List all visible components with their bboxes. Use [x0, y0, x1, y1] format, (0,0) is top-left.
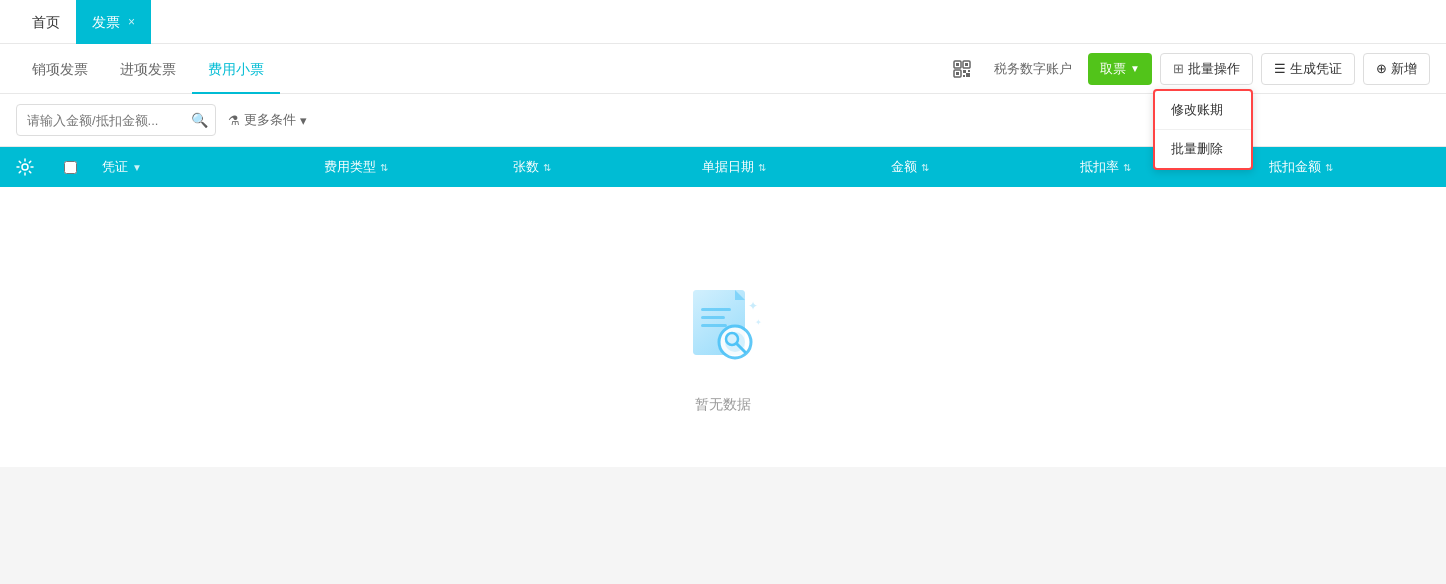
svg-rect-8: [963, 75, 965, 77]
close-tab-icon[interactable]: ×: [128, 0, 135, 44]
th-voucher: 凭证 ▼: [90, 158, 312, 176]
th-expense-type: 费用类型 ⇅: [312, 158, 501, 176]
svg-text:✦: ✦: [748, 299, 758, 313]
search-wrap: 🔍: [16, 104, 216, 136]
empty-state-text: 暂无数据: [695, 396, 751, 414]
take-ticket-label: 取票: [1100, 60, 1126, 78]
filter-icon: ⚗: [228, 113, 240, 128]
search-icon[interactable]: 🔍: [191, 112, 208, 128]
svg-rect-14: [701, 316, 725, 319]
more-conditions-button[interactable]: ⚗ 更多条件 ▾: [228, 111, 307, 129]
tab-expense[interactable]: 费用小票: [192, 44, 280, 94]
batch-op-dropdown: 修改账期 批量删除: [1153, 89, 1253, 170]
svg-point-10: [22, 164, 28, 170]
svg-rect-3: [965, 63, 968, 66]
batch-delete-item[interactable]: 批量删除: [1155, 129, 1251, 168]
invoice-tab-label: 发票: [92, 0, 120, 44]
svg-rect-15: [701, 324, 727, 327]
select-all-checkbox[interactable]: [64, 161, 77, 174]
search-input[interactable]: [16, 104, 216, 136]
svg-rect-13: [701, 308, 731, 311]
take-ticket-button[interactable]: 取票 ▼: [1088, 53, 1152, 85]
th-count: 张数 ⇅: [501, 158, 690, 176]
take-ticket-arrow-icon: ▼: [1130, 63, 1140, 74]
tab-input[interactable]: 进项发票: [104, 44, 192, 94]
count-sort-icon[interactable]: ⇅: [543, 162, 551, 173]
th-date: 单据日期 ⇅: [690, 158, 879, 176]
voucher-filter-icon[interactable]: ▼: [132, 162, 142, 173]
gen-voucher-icon: ☰: [1274, 61, 1286, 76]
batch-op-label: 批量操作: [1188, 60, 1240, 78]
qr-code-button[interactable]: [946, 53, 978, 85]
date-sort-icon[interactable]: ⇅: [758, 162, 766, 173]
batch-op-wrapper: ⊞ 批量操作 修改账期 批量删除: [1160, 53, 1253, 85]
gen-voucher-button[interactable]: ☰ 生成凭证: [1261, 53, 1355, 85]
deduct-rate-sort-icon[interactable]: ⇅: [1123, 162, 1131, 173]
home-link[interactable]: 首页: [16, 0, 76, 44]
tab-sales[interactable]: 销项发票: [16, 44, 104, 94]
add-label: 新增: [1391, 60, 1417, 78]
add-icon: ⊕: [1376, 61, 1387, 76]
expense-type-sort-icon[interactable]: ⇅: [380, 162, 388, 173]
gen-voucher-label: 生成凭证: [1290, 60, 1342, 78]
svg-rect-6: [963, 70, 966, 73]
tax-account-button[interactable]: 税务数字账户: [986, 60, 1080, 78]
th-amount: 金额 ⇅: [879, 158, 1068, 176]
svg-rect-1: [956, 63, 959, 66]
deduct-amount-sort-icon[interactable]: ⇅: [1325, 162, 1333, 173]
chevron-down-icon: ▾: [300, 113, 307, 128]
svg-rect-7: [968, 70, 970, 72]
batch-op-button[interactable]: ⊞ 批量操作: [1160, 53, 1253, 85]
th-deduct-amount: 抵扣金额 ⇅: [1257, 158, 1446, 176]
invoice-tab[interactable]: 发票 ×: [76, 0, 151, 44]
modify-period-item[interactable]: 修改账期: [1155, 91, 1251, 129]
empty-state-icon: ✦ ✦: [673, 280, 773, 380]
toolbar-right: 税务数字账户 取票 ▼ ⊞ 批量操作 修改账期 批量删除 ☰ 生成凭证 ⊕: [946, 53, 1430, 85]
sub-tabs-toolbar: 销项发票 进项发票 费用小票 税务数字账户 取票 ▼: [0, 44, 1446, 94]
svg-rect-5: [956, 72, 959, 75]
svg-rect-9: [966, 73, 970, 77]
amount-sort-icon[interactable]: ⇅: [921, 162, 929, 173]
batch-icon: ⊞: [1173, 61, 1184, 76]
top-nav: 首页 发票 ×: [0, 0, 1446, 44]
th-checkbox[interactable]: [50, 161, 90, 174]
empty-state: ✦ ✦ 暂无数据: [0, 187, 1446, 467]
svg-text:✦: ✦: [755, 318, 762, 327]
th-settings[interactable]: [0, 158, 50, 176]
add-button[interactable]: ⊕ 新增: [1363, 53, 1430, 85]
more-conditions-label: 更多条件: [244, 111, 296, 129]
settings-icon: [16, 158, 34, 176]
qr-icon: [952, 59, 972, 79]
